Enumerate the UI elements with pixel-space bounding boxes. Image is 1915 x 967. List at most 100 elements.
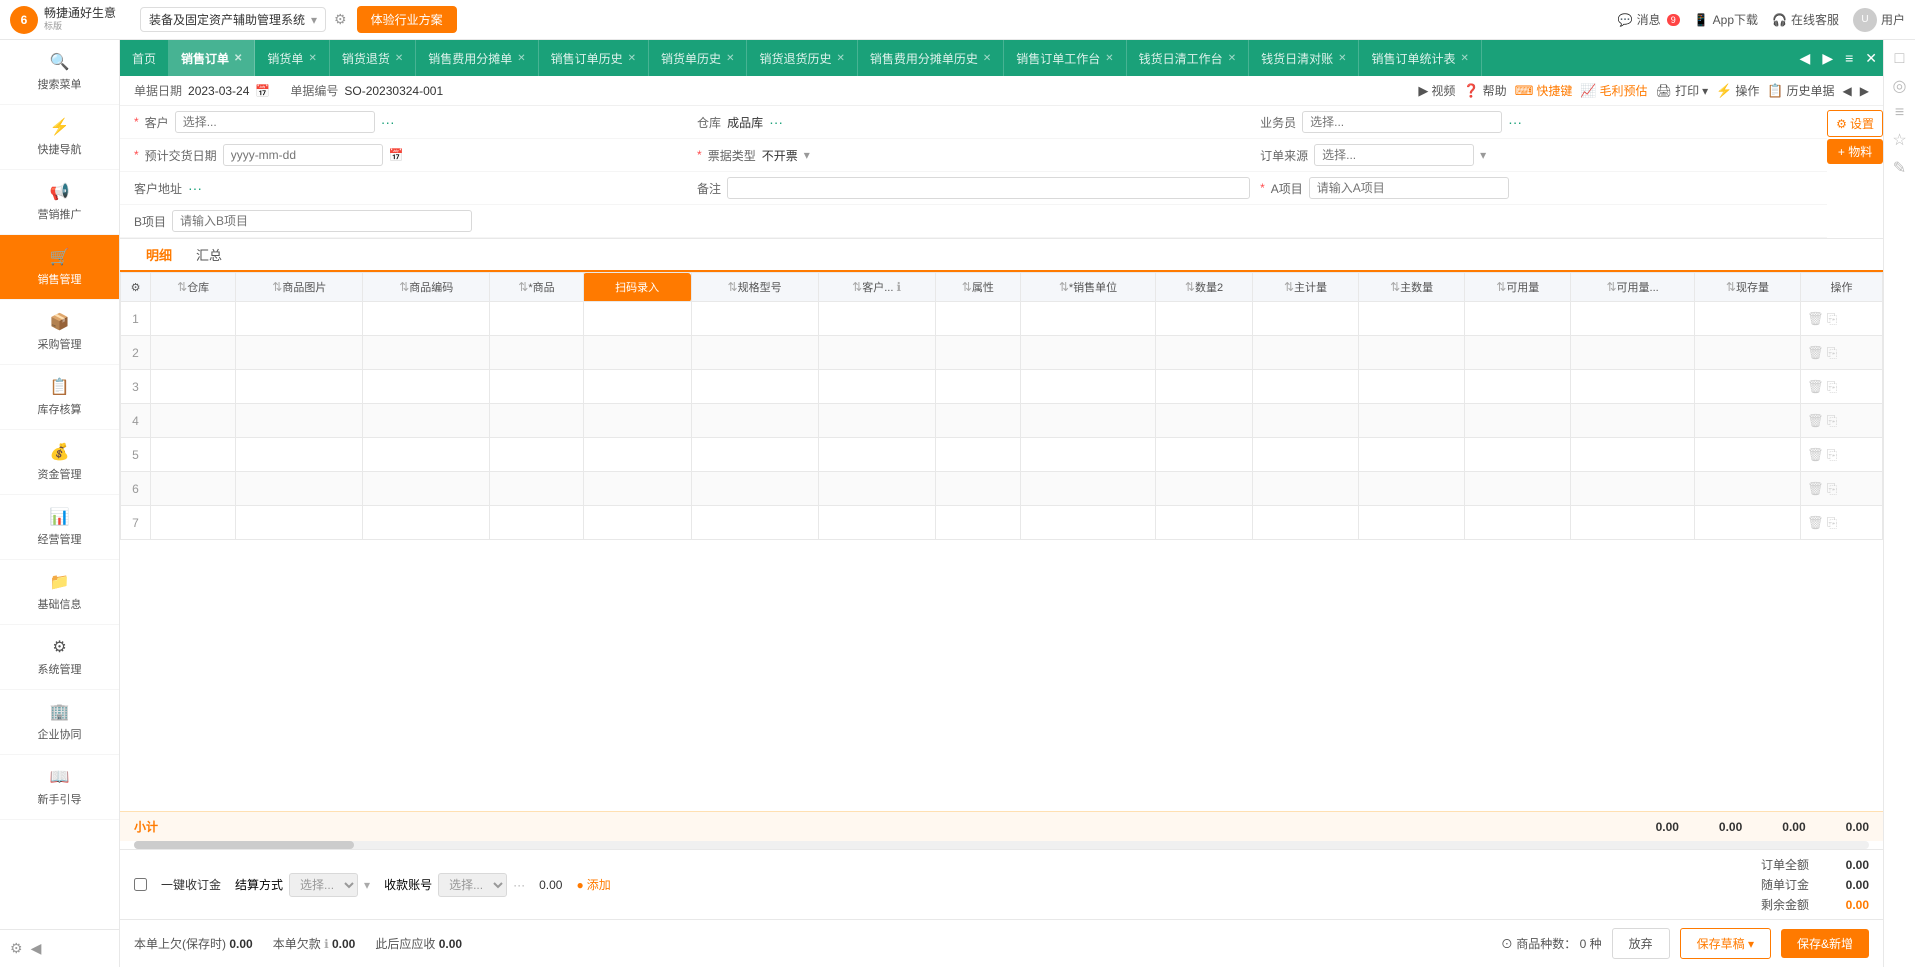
tab-next-btn[interactable]: ▶ <box>1816 50 1839 67</box>
tab-detail[interactable]: 明细 <box>134 239 184 272</box>
one-click-checkbox[interactable] <box>134 878 147 891</box>
save-draft-button[interactable]: 保存草稿 ▾ <box>1680 928 1771 959</box>
delete-row-7-icon[interactable]: 🗑 <box>1807 515 1824 530</box>
account-select[interactable]: 选择... <box>438 873 507 897</box>
date-calendar-icon[interactable]: 📅 <box>255 84 270 98</box>
tab-sales-invoice[interactable]: 销货单 ✕ <box>255 40 329 76</box>
tab-close-all-btn[interactable]: ✕ <box>1859 50 1883 67</box>
view-video-btn[interactable]: ▶ 视频 <box>1418 82 1455 99</box>
tab-home[interactable]: 首页 <box>120 40 169 76</box>
trial-button[interactable]: 体验行业方案 <box>357 6 457 33</box>
sidebar-item-inventory[interactable]: 📋 库存核算 <box>0 365 119 430</box>
history-doc-btn[interactable]: 📋 历史单据 <box>1767 82 1834 99</box>
tab-close-order-history[interactable]: ✕ <box>628 53 636 64</box>
tab-sales-return[interactable]: 销货退货 ✕ <box>330 40 416 76</box>
tab-daily-workbench[interactable]: 钱货日清工作台 ✕ <box>1127 40 1249 76</box>
panel-icon-1[interactable]: □ <box>1895 50 1905 68</box>
copy-row-2-icon[interactable]: ⎘ <box>1827 345 1837 360</box>
app-download-item[interactable]: 📱 App下载 <box>1694 11 1758 28</box>
settlement-select[interactable]: 选择... <box>289 873 358 897</box>
delivery-date-input[interactable] <box>223 144 383 166</box>
delivery-date-calendar-icon[interactable]: 📅 <box>389 148 404 162</box>
tab-close-expense-history[interactable]: ✕ <box>983 53 991 64</box>
tab-invoice-history[interactable]: 销货单历史 ✕ <box>649 40 747 76</box>
sidebar-collapse-icon[interactable]: ◀ <box>31 940 42 957</box>
tab-summary[interactable]: 汇总 <box>184 239 234 272</box>
copy-row-1-icon[interactable]: ⎘ <box>1827 311 1837 326</box>
tab-expense-history[interactable]: 销售费用分摊单历史 ✕ <box>858 40 1004 76</box>
tab-expense-split[interactable]: 销售费用分摊单 ✕ <box>416 40 538 76</box>
copy-row-6-icon[interactable]: ⎘ <box>1827 481 1837 496</box>
panel-icon-3[interactable]: ≡ <box>1895 104 1904 122</box>
tab-order-history[interactable]: 销售订单历史 ✕ <box>539 40 649 76</box>
sidebar-item-purchase[interactable]: 📦 采购管理 <box>0 300 119 365</box>
tab-close-statistics[interactable]: ✕ <box>1461 53 1469 64</box>
remark-input[interactable] <box>727 177 1250 199</box>
tab-prev-btn[interactable]: ◀ <box>1794 50 1817 67</box>
sidebar-item-basic-info[interactable]: 📁 基础信息 <box>0 560 119 625</box>
scroll-bar[interactable] <box>134 841 1869 849</box>
copy-row-5-icon[interactable]: ⎘ <box>1827 447 1837 462</box>
tab-close-return-history[interactable]: ✕ <box>836 53 844 64</box>
panel-icon-2[interactable]: ◎ <box>1893 76 1907 96</box>
print-btn[interactable]: 🖨 打印 ▾ <box>1656 82 1709 99</box>
salesperson-input[interactable] <box>1302 111 1502 133</box>
sidebar-settings-icon[interactable]: ⚙ <box>10 940 23 957</box>
a-project-input[interactable] <box>1309 177 1509 199</box>
tab-close-invoice-history[interactable]: ✕ <box>726 53 734 64</box>
tab-close-sales-return[interactable]: ✕ <box>395 53 403 64</box>
delete-row-4-icon[interactable]: 🗑 <box>1807 413 1824 428</box>
customer-input[interactable] <box>175 111 375 133</box>
sidebar-item-enterprise[interactable]: 🏢 企业协同 <box>0 690 119 755</box>
add-payment-btn[interactable]: ● 添加 <box>576 876 610 893</box>
customer-addr-more-btn[interactable]: ··· <box>188 180 202 196</box>
sidebar-item-quick-nav[interactable]: ⚡ 快捷导航 <box>0 105 119 170</box>
delete-row-3-icon[interactable]: 🗑 <box>1807 379 1824 394</box>
delete-row-1-icon[interactable]: 🗑 <box>1807 311 1824 326</box>
sidebar-item-marketing[interactable]: 📢 营销推广 <box>0 170 119 235</box>
tab-close-order-workbench[interactable]: ✕ <box>1105 53 1113 64</box>
col-settings[interactable]: ⚙ <box>121 273 151 302</box>
settings-right-btn[interactable]: ⚙ 设置 <box>1827 110 1883 137</box>
copy-row-4-icon[interactable]: ⎘ <box>1827 413 1837 428</box>
discard-button[interactable]: 放弃 <box>1612 928 1670 959</box>
salesperson-more-btn[interactable]: ··· <box>1508 114 1522 130</box>
b-project-input[interactable] <box>172 210 472 232</box>
tab-return-history[interactable]: 销货退货历史 ✕ <box>747 40 857 76</box>
notification-item[interactable]: 💬 消息 9 <box>1618 11 1680 28</box>
shortcut-btn[interactable]: ⌨ 快捷键 <box>1515 82 1573 99</box>
tab-sales-order[interactable]: 销售订单 ✕ <box>169 40 255 76</box>
delete-row-2-icon[interactable]: 🗑 <box>1807 345 1824 360</box>
sidebar-item-sales[interactable]: 🛒 销售管理 <box>0 235 119 300</box>
delete-row-5-icon[interactable]: 🗑 <box>1807 447 1824 462</box>
order-source-input[interactable] <box>1314 144 1474 166</box>
panel-icon-4[interactable]: ☆ <box>1892 130 1906 150</box>
sidebar-item-search[interactable]: 🔍 搜索菜单 <box>0 40 119 105</box>
user-item[interactable]: U 用户 <box>1853 8 1905 32</box>
tab-close-reconcile[interactable]: ✕ <box>1338 53 1346 64</box>
system-selector[interactable]: 装备及固定资产辅助管理系统 ▾ <box>140 7 326 32</box>
tab-close-daily-workbench[interactable]: ✕ <box>1228 53 1236 64</box>
tab-close-expense-split[interactable]: ✕ <box>517 53 525 64</box>
online-support-item[interactable]: 🎧 在线客服 <box>1772 11 1839 28</box>
sidebar-item-system[interactable]: ⚙ 系统管理 <box>0 625 119 690</box>
profit-btn[interactable]: 📈 毛利预估 <box>1580 82 1647 99</box>
tab-menu-btn[interactable]: ≡ <box>1839 50 1859 66</box>
panel-icon-5[interactable]: ✎ <box>1893 158 1906 178</box>
delete-row-6-icon[interactable]: 🗑 <box>1807 481 1824 496</box>
tab-order-workbench[interactable]: 销售订单工作台 ✕ <box>1004 40 1126 76</box>
warehouse-more-btn[interactable]: ··· <box>769 114 783 130</box>
tab-reconcile[interactable]: 钱货日清对账 ✕ <box>1249 40 1359 76</box>
add-material-btn[interactable]: + 物料 <box>1827 139 1883 164</box>
sidebar-item-finance[interactable]: 💰 资金管理 <box>0 430 119 495</box>
tab-close-sales-order[interactable]: ✕ <box>234 53 242 64</box>
operation-btn[interactable]: ⚡ 操作 <box>1716 82 1759 99</box>
sidebar-item-operations[interactable]: 📊 经营管理 <box>0 495 119 560</box>
copy-row-7-icon[interactable]: ⎘ <box>1827 515 1837 530</box>
account-more-btn[interactable]: ··· <box>513 878 525 892</box>
nav-next-btn[interactable]: ▶ <box>1860 84 1869 98</box>
scroll-thumb[interactable] <box>134 841 354 849</box>
help-btn[interactable]: ❓ 帮助 <box>1463 82 1506 99</box>
save-new-button[interactable]: 保存&新增 <box>1781 929 1869 958</box>
tab-close-sales-invoice[interactable]: ✕ <box>308 53 316 64</box>
